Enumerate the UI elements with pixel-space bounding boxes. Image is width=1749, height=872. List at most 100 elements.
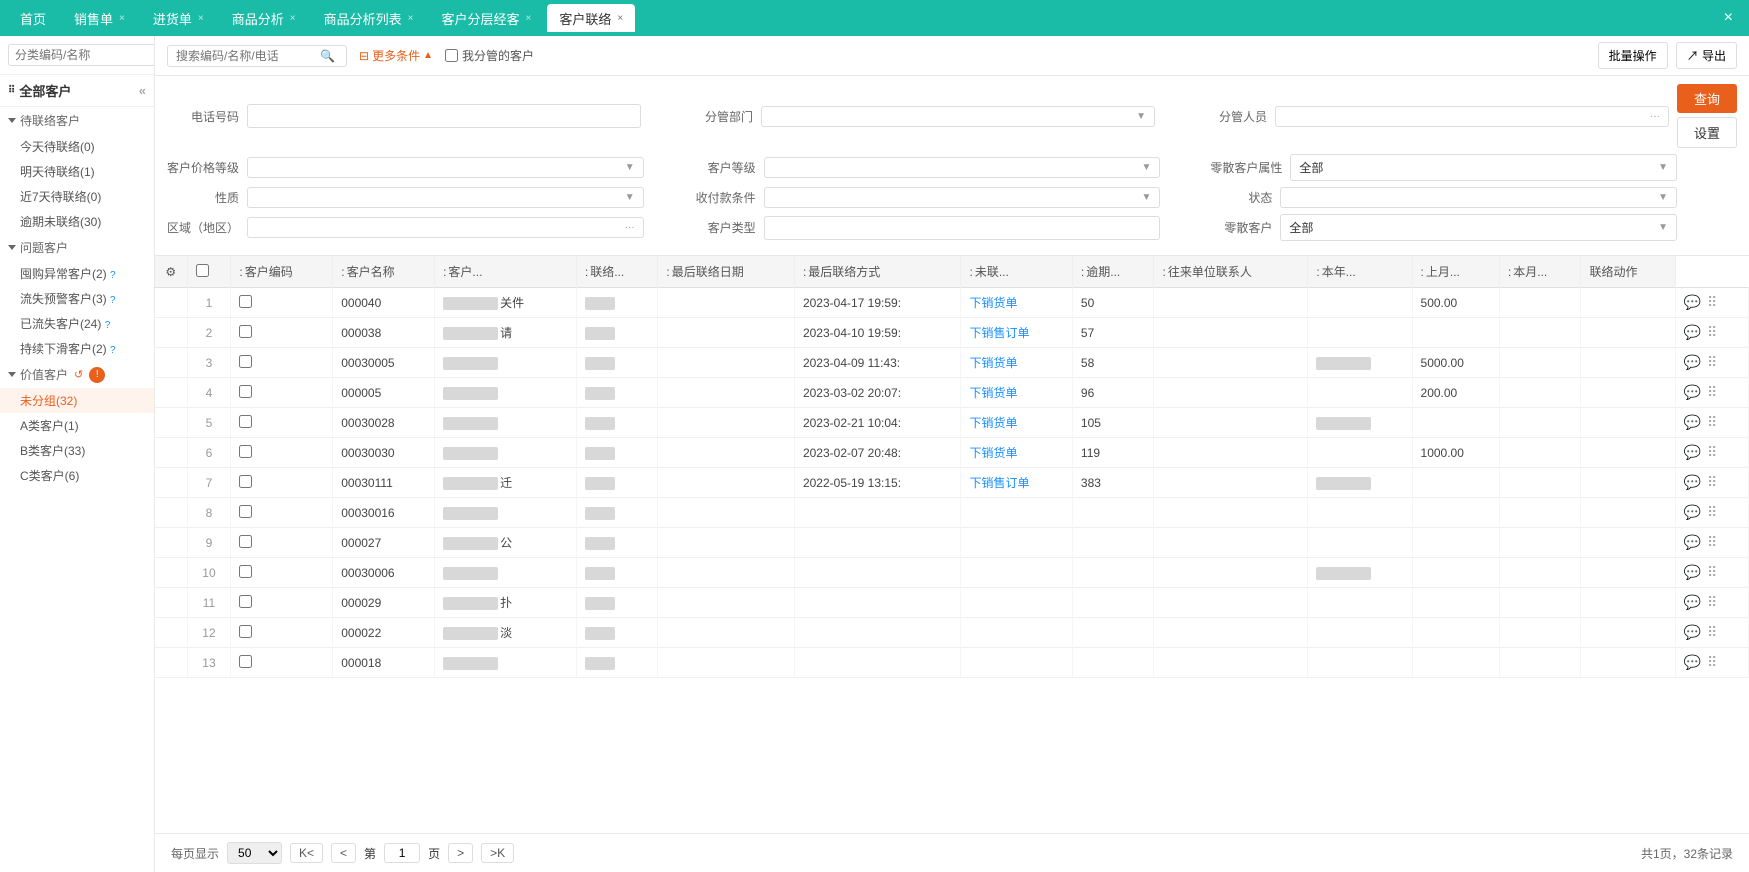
grid-icon-8[interactable]: ⠿ xyxy=(1707,504,1717,521)
reset-button[interactable]: 设置 xyxy=(1677,117,1737,148)
chat-icon-8[interactable]: 💬 xyxy=(1684,504,1701,521)
nav-tab-sales[interactable]: 销售单 × xyxy=(62,4,137,32)
customer-tier-select[interactable]: ▼ xyxy=(764,157,1161,178)
sidebar-item-c-class[interactable]: C类客户(6) xyxy=(0,463,154,488)
grid-icon-3[interactable]: ⠿ xyxy=(1707,354,1717,371)
row-checkbox-10[interactable] xyxy=(231,558,333,588)
close-analysis-tab[interactable]: × xyxy=(290,13,296,24)
chat-icon-10[interactable]: 💬 xyxy=(1684,564,1701,581)
sidebar-item-today[interactable]: 今天待联络(0) xyxy=(0,134,154,159)
sidebar-item-b-class[interactable]: B类客户(33) xyxy=(0,438,154,463)
chat-icon-7[interactable]: 💬 xyxy=(1684,474,1701,491)
grid-icon-11[interactable]: ⠿ xyxy=(1707,594,1717,611)
nav-tab-analysis-list[interactable]: 商品分析列表 × xyxy=(312,4,426,32)
phone-input[interactable] xyxy=(247,104,641,128)
export-button[interactable]: ↗ 导出 xyxy=(1676,42,1737,69)
select-all-checkbox[interactable] xyxy=(196,264,209,277)
row-last-method-7[interactable]: 下销售订单 xyxy=(961,468,1072,498)
grid-icon-5[interactable]: ⠿ xyxy=(1707,414,1717,431)
contact-column-header[interactable]: : 联络... xyxy=(576,256,658,288)
region-select[interactable]: ··· xyxy=(247,217,644,238)
last-page-button[interactable]: >K xyxy=(481,843,514,863)
overdue-column-header[interactable]: : 逾期... xyxy=(1072,256,1154,288)
row-checkbox-4[interactable] xyxy=(231,378,333,408)
grid-icon-12[interactable]: ⠿ xyxy=(1707,624,1717,641)
customer-type-input[interactable] xyxy=(764,216,1161,240)
sidebar-search-input[interactable] xyxy=(8,44,155,66)
main-search-icon[interactable]: 🔍 xyxy=(320,49,335,63)
row-checkbox-2[interactable] xyxy=(231,318,333,348)
nav-tab-customer-contact[interactable]: 客户联络 × xyxy=(547,4,635,32)
row-checkbox-9[interactable] xyxy=(231,528,333,558)
row-checkbox-6[interactable] xyxy=(231,438,333,468)
row-checkbox-13[interactable] xyxy=(231,648,333,678)
close-purchase-tab[interactable]: × xyxy=(198,13,204,24)
row-checkbox-12[interactable] xyxy=(231,618,333,648)
row-checkbox-7[interactable] xyxy=(231,468,333,498)
row-checkbox-1[interactable] xyxy=(231,288,333,318)
last-method-link-3[interactable]: 下销货单 xyxy=(969,356,1017,370)
last-method-link-1[interactable]: 下销货单 xyxy=(969,296,1017,310)
price-tier-select[interactable]: ▼ xyxy=(247,157,644,178)
chat-icon-6[interactable]: 💬 xyxy=(1684,444,1701,461)
last-method-link-5[interactable]: 下销货单 xyxy=(969,416,1017,430)
close-customer-tier-tab[interactable]: × xyxy=(525,13,531,24)
last-month-column-header[interactable]: : 上月... xyxy=(1412,256,1499,288)
nav-tab-customer-tier[interactable]: 客户分层经客 × xyxy=(429,4,543,32)
sidebar-item-declining[interactable]: 持续下滑客户(2) ? xyxy=(0,336,154,361)
my-customers-checkbox[interactable] xyxy=(445,49,458,62)
last-method-column-header[interactable]: : 最后联络方式 xyxy=(794,256,961,288)
sidebar-item-tomorrow[interactable]: 明天待联络(1) xyxy=(0,159,154,184)
close-analysis-list-tab[interactable]: × xyxy=(408,13,414,24)
status-select[interactable]: ▼ xyxy=(1280,187,1677,208)
row-checkbox-8[interactable] xyxy=(231,498,333,528)
manager-select[interactable]: ··· xyxy=(1275,106,1669,127)
grid-icon-4[interactable]: ⠿ xyxy=(1707,384,1717,401)
all-customers-header[interactable]: ⠿ 全部客户 « xyxy=(0,75,154,107)
last-method-link-4[interactable]: 下销货单 xyxy=(969,386,1017,400)
row-last-method-3[interactable]: 下销货单 xyxy=(961,348,1072,378)
row-last-method-4[interactable]: 下销货单 xyxy=(961,378,1072,408)
sidebar-item-lost[interactable]: 已流失客户(24) ? xyxy=(0,311,154,336)
sidebar-item-ungroup[interactable]: 未分组(32) xyxy=(0,388,154,413)
sidebar-item-a-class[interactable]: A类客户(1) xyxy=(0,413,154,438)
nav-home[interactable]: 首页 xyxy=(8,9,58,28)
more-conditions-btn[interactable]: ⊟ 更多条件 ▲ xyxy=(359,47,433,64)
row-checkbox-11[interactable] xyxy=(231,588,333,618)
grid-icon-2[interactable]: ⠿ xyxy=(1707,324,1717,341)
sidebar-group-problem[interactable]: 问题客户 xyxy=(0,234,154,261)
grid-icon-13[interactable]: ⠿ xyxy=(1707,654,1717,671)
chat-icon-5[interactable]: 💬 xyxy=(1684,414,1701,431)
last-method-link-2[interactable]: 下销售订单 xyxy=(969,326,1029,340)
row-checkbox-3[interactable] xyxy=(231,348,333,378)
this-month-column-header[interactable]: : 本月... xyxy=(1499,256,1581,288)
close-customer-contact-tab[interactable]: × xyxy=(617,13,623,24)
nav-tab-analysis[interactable]: 商品分析 × xyxy=(220,4,308,32)
bulk-operation-button[interactable]: 批量操作 xyxy=(1598,42,1668,69)
payment-select[interactable]: ▼ xyxy=(764,187,1161,208)
dept-select[interactable]: ▼ xyxy=(761,106,1155,127)
grid-icon-6[interactable]: ⠿ xyxy=(1707,444,1717,461)
chat-icon-2[interactable]: 💬 xyxy=(1684,324,1701,341)
grid-icon-10[interactable]: ⠿ xyxy=(1707,564,1717,581)
row-last-method-6[interactable]: 下销货单 xyxy=(961,438,1072,468)
retail-attr-select[interactable]: 全部 ▼ xyxy=(1290,154,1677,181)
sidebar-group-pending[interactable]: 待联络客户 xyxy=(0,107,154,134)
settings-column-header[interactable]: ⚙ xyxy=(155,256,187,288)
my-customers-checkbox-label[interactable]: 我分管的客户 xyxy=(445,47,534,64)
nature-select[interactable]: ▼ xyxy=(247,187,644,208)
uncontacted-column-header[interactable]: : 未联... xyxy=(961,256,1072,288)
name-column-header[interactable]: : 客户名称 xyxy=(333,256,435,288)
contact-person-column-header[interactable]: : 往来单位联系人 xyxy=(1154,256,1308,288)
sidebar-item-abnormal[interactable]: 囤购异常客户(2) ? xyxy=(0,261,154,286)
last-date-column-header[interactable]: : 最后联络日期 xyxy=(658,256,795,288)
year-amount-column-header[interactable]: : 本年... xyxy=(1308,256,1412,288)
code-column-header[interactable]: : 客户编码 xyxy=(231,256,333,288)
page-number-input[interactable] xyxy=(384,843,420,863)
grid-icon-9[interactable]: ⠿ xyxy=(1707,534,1717,551)
prev-page-button[interactable]: < xyxy=(331,843,356,863)
main-search-input[interactable] xyxy=(176,49,316,63)
chat-icon-11[interactable]: 💬 xyxy=(1684,594,1701,611)
close-sales-tab[interactable]: × xyxy=(119,13,125,24)
last-method-link-7[interactable]: 下销售订单 xyxy=(969,476,1029,490)
